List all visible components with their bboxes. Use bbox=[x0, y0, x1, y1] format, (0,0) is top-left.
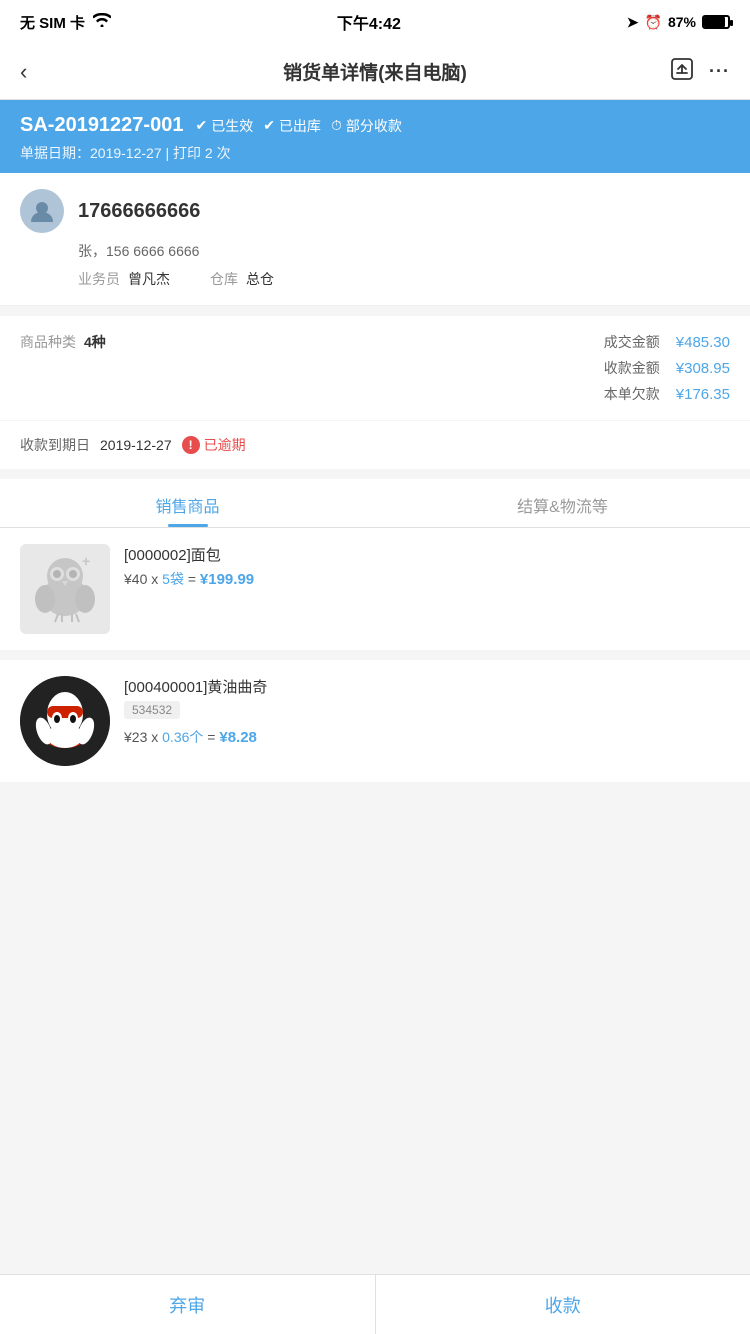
multiply-icon-2: x bbox=[151, 729, 162, 745]
order-id: SA-20191227-001 bbox=[20, 114, 183, 137]
owed-amount-row: 本单欠款 ¥176.35 bbox=[604, 384, 730, 404]
summary-section: 商品种类 4种 成交金额 ¥485.30 收款金额 ¥308.95 本单欠款 ¥… bbox=[0, 316, 750, 420]
battery-icon bbox=[702, 15, 730, 29]
product-price-2: ¥23 bbox=[124, 729, 147, 745]
status-partial: ⏱ 部分收款 bbox=[331, 116, 402, 136]
product-total-1: ¥199.99 bbox=[200, 571, 254, 588]
salesperson-label: 业务员 bbox=[78, 269, 120, 289]
alarm-icon: ⏰ bbox=[645, 14, 662, 31]
nav-bar: ‹ 销货单详情(来自电脑) ··· bbox=[0, 44, 750, 100]
page-title: 销货单详情(来自电脑) bbox=[283, 58, 467, 85]
cancel-button[interactable]: 弃审 bbox=[0, 1275, 376, 1334]
status-indicators: ➤ ⏰ 87% bbox=[627, 14, 730, 31]
confirm-button[interactable]: 收款 bbox=[376, 1275, 750, 1334]
salesperson-item: 业务员 曾凡杰 bbox=[78, 269, 170, 289]
tab-settlement[interactable]: 结算&物流等 bbox=[375, 479, 750, 527]
product-details-1: [0000002]面包 ¥40 x 5袋 = ¥199.99 bbox=[124, 544, 730, 589]
warehouse-value: 总仓 bbox=[246, 269, 274, 289]
product-details-2: [000400001]黄油曲奇 534532 ¥23 x 0.36个 = ¥8.… bbox=[124, 676, 730, 747]
salesperson-value: 曾凡杰 bbox=[128, 269, 170, 289]
product-qty-2: 0.36个 bbox=[162, 729, 203, 745]
more-icon[interactable]: ··· bbox=[709, 61, 730, 82]
status-tags: ✔ 已生效 ✔ 已出库 ⏱ 部分收款 bbox=[195, 116, 401, 136]
cancel-label: 弃审 bbox=[169, 1292, 205, 1318]
overdue-badge: ! 已逾期 bbox=[182, 435, 246, 455]
location-icon: ➤ bbox=[627, 14, 639, 31]
product-type-label: 商品种类 bbox=[20, 332, 76, 352]
status-bar: 无 SIM 卡 下午4:42 ➤ ⏰ 87% bbox=[0, 0, 750, 44]
status-time: 下午4:42 bbox=[337, 10, 401, 34]
product-image-2 bbox=[20, 676, 110, 766]
carrier-text: 无 SIM 卡 bbox=[20, 12, 85, 33]
product-image-1: + bbox=[20, 544, 110, 634]
overdue-text: 已逾期 bbox=[204, 435, 246, 455]
received-amount-row: 收款金额 ¥308.95 bbox=[604, 358, 730, 378]
equals-icon-2: = bbox=[207, 729, 219, 745]
due-date-section: 收款到期日 2019-12-27 ! 已逾期 bbox=[0, 421, 750, 469]
owed-value: ¥176.35 bbox=[676, 386, 730, 403]
received-value: ¥308.95 bbox=[676, 360, 730, 377]
bottom-actions: 弃审 收款 bbox=[0, 1274, 750, 1334]
svg-text:+: + bbox=[82, 554, 90, 569]
back-button[interactable]: ‹ bbox=[12, 51, 35, 93]
tabs-section: 销售商品 结算&物流等 bbox=[0, 479, 750, 528]
customer-top: 17666666666 bbox=[20, 189, 730, 233]
product-qty-1: 5袋 bbox=[162, 571, 184, 587]
warehouse-label: 仓库 bbox=[210, 269, 238, 289]
tab-settlement-label: 结算&物流等 bbox=[517, 499, 608, 516]
doc-date: 单据日期：2019-12-27 | 打印 2 次 bbox=[20, 143, 730, 163]
product-name-1: [0000002]面包 bbox=[124, 544, 730, 565]
overdue-icon: ! bbox=[182, 436, 200, 454]
received-label: 收款金额 bbox=[604, 358, 660, 378]
tab-sales-products[interactable]: 销售商品 bbox=[0, 479, 375, 527]
status-effective: ✔ 已生效 bbox=[195, 116, 253, 136]
product-pricing-1: ¥40 x 5袋 = ¥199.99 bbox=[124, 569, 730, 589]
status-effective-label: 已生效 bbox=[211, 116, 253, 136]
deal-amount-row: 成交金额 ¥485.30 bbox=[604, 332, 730, 352]
deal-amount-label: 成交金额 bbox=[604, 332, 660, 352]
due-date-label: 收款到期日 bbox=[20, 435, 90, 455]
customer-phone: 17666666666 bbox=[78, 200, 200, 223]
status-carrier: 无 SIM 卡 bbox=[20, 12, 111, 33]
tab-sales-label: 销售商品 bbox=[155, 499, 219, 516]
product-pricing-2: ¥23 x 0.36个 = ¥8.28 bbox=[124, 727, 730, 747]
clock-icon: ⏱ bbox=[331, 117, 342, 134]
avatar bbox=[20, 189, 64, 233]
warehouse-item: 仓库 总仓 bbox=[210, 269, 274, 289]
battery-percent: 87% bbox=[668, 14, 696, 30]
customer-name-line: 张，156 6666 6666 bbox=[78, 241, 730, 261]
owed-label: 本单欠款 bbox=[604, 384, 660, 404]
product-name-2: [000400001]黄油曲奇 bbox=[124, 676, 730, 697]
confirm-label: 收款 bbox=[545, 1292, 581, 1318]
equals-icon-1: = bbox=[188, 571, 200, 587]
share-icon[interactable] bbox=[671, 58, 693, 86]
summary-left: 商品种类 4种 bbox=[20, 332, 106, 352]
check-icon-1: ✔ bbox=[195, 117, 207, 134]
summary-right: 成交金额 ¥485.30 收款金额 ¥308.95 本单欠款 ¥176.35 bbox=[604, 332, 730, 404]
header-banner: SA-20191227-001 ✔ 已生效 ✔ 已出库 ⏱ 部分收款 单据日期：… bbox=[0, 100, 750, 173]
status-partial-label: 部分收款 bbox=[346, 116, 402, 136]
tabs-row: 销售商品 结算&物流等 bbox=[0, 479, 750, 527]
multiply-icon-1: x bbox=[151, 571, 162, 587]
product-count: 商品种类 4种 bbox=[20, 332, 106, 352]
list-item: + [0000002]面包 ¥40 x 5袋 = ¥199.99 bbox=[0, 528, 750, 650]
product-total-2: ¥8.28 bbox=[219, 729, 257, 746]
status-shipped-label: 已出库 bbox=[279, 116, 321, 136]
due-date-value: 2019-12-27 bbox=[100, 437, 172, 453]
customer-meta: 业务员 曾凡杰 仓库 总仓 bbox=[78, 269, 730, 289]
status-shipped: ✔ 已出库 bbox=[263, 116, 321, 136]
product-type-value: 4种 bbox=[84, 332, 106, 352]
list-item: [000400001]黄油曲奇 534532 ¥23 x 0.36个 = ¥8.… bbox=[0, 660, 750, 782]
deal-amount-value: ¥485.30 bbox=[676, 334, 730, 351]
customer-section: 17666666666 张，156 6666 6666 业务员 曾凡杰 仓库 总… bbox=[0, 173, 750, 306]
nav-actions: ··· bbox=[671, 58, 730, 86]
product-sku-2: 534532 bbox=[124, 701, 180, 719]
check-icon-2: ✔ bbox=[263, 117, 275, 134]
wifi-icon bbox=[93, 13, 111, 31]
product-list: + [0000002]面包 ¥40 x 5袋 = ¥199.99 bbox=[0, 528, 750, 782]
product-price-1: ¥40 bbox=[124, 571, 147, 587]
